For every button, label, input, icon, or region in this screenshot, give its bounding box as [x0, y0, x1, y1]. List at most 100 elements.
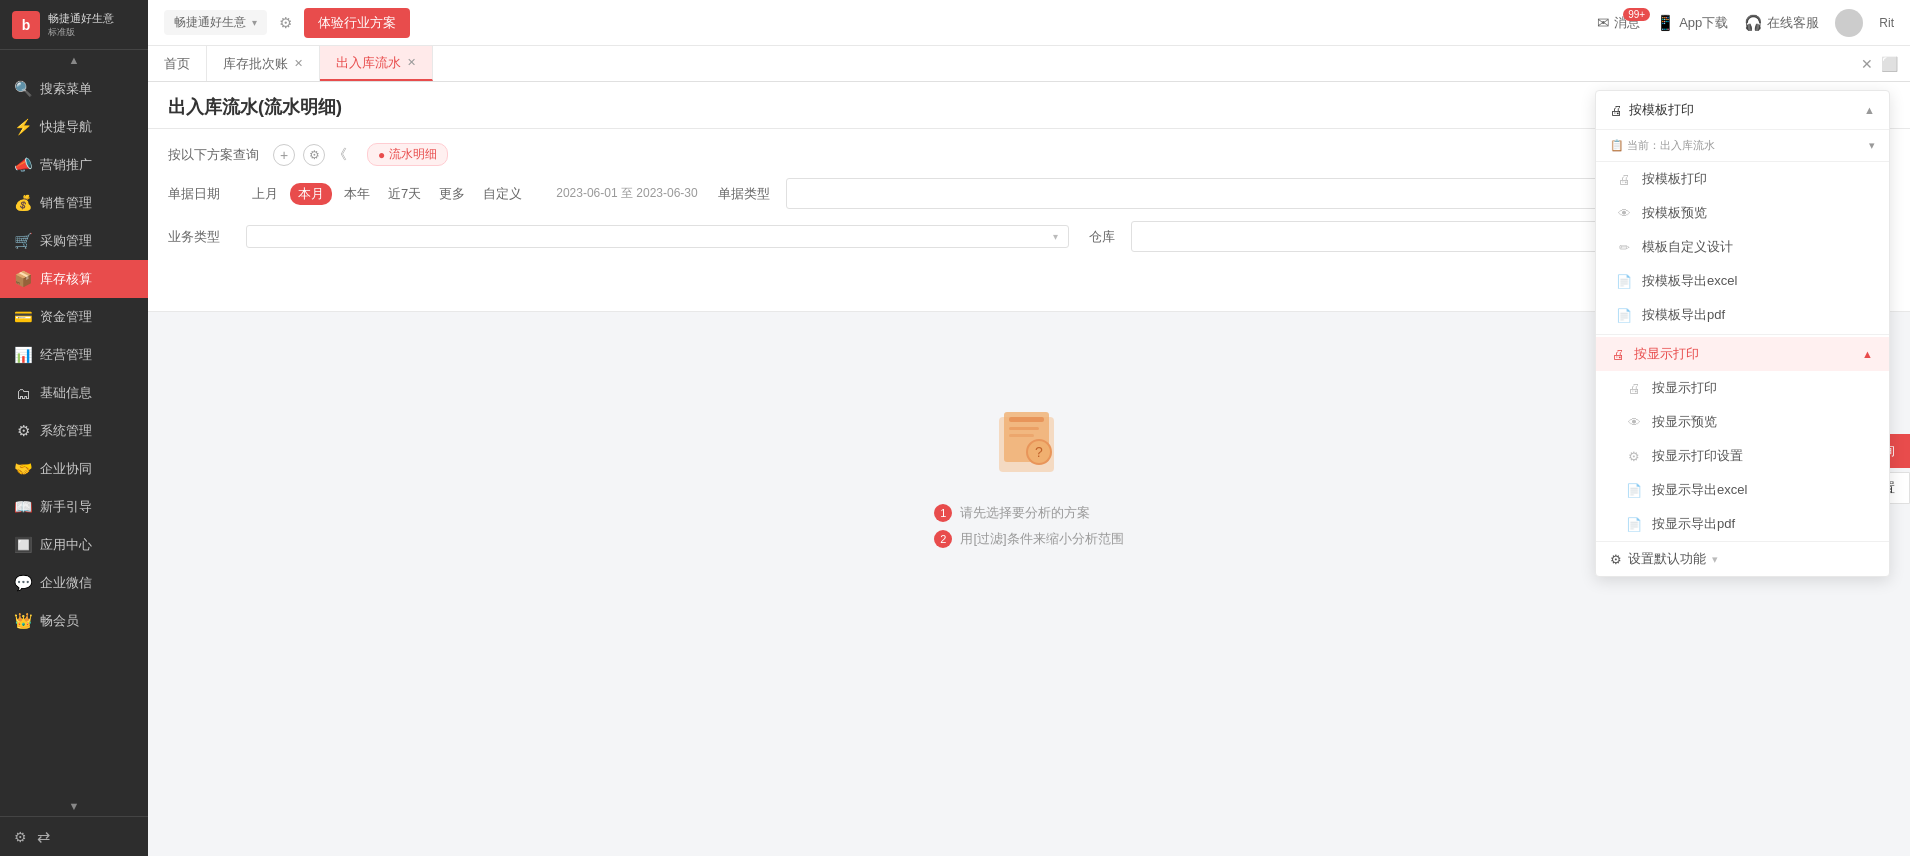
card-icon: 💳 — [14, 308, 32, 326]
sidebar-item-inventory[interactable]: 📦 库存核算 — [0, 260, 148, 298]
tab-batch[interactable]: 库存批次账 ✕ — [207, 46, 320, 81]
date-this-month[interactable]: 本月 — [290, 183, 332, 205]
dropdown-scroll: 📋 当前：出入库流水 ▾ 🖨 按模板打印 👁 按模板预览 — [1596, 130, 1889, 541]
sidebar-item-marketing[interactable]: 📣 营销推广 — [0, 146, 148, 184]
sidebar-item-quick-nav[interactable]: ⚡ 快捷导航 — [0, 108, 148, 146]
pdf-icon: 📄 — [1616, 308, 1632, 323]
sidebar-scroll-down[interactable]: ▼ — [0, 796, 148, 816]
biz-type-arrow: ▾ — [1053, 231, 1058, 242]
biz-type-select[interactable]: ▾ — [246, 225, 1069, 248]
collapse-icon[interactable]: ⇄ — [37, 827, 50, 846]
date-7days[interactable]: 近7天 — [382, 183, 427, 205]
filter-collapse-btn[interactable]: 《 — [333, 146, 347, 164]
topbar-brand-text: 畅捷通好生意 — [174, 14, 246, 31]
dropdown-item-display-preview[interactable]: 👁 按显示预览 — [1596, 405, 1889, 439]
svg-rect-3 — [1009, 427, 1039, 430]
sidebar-item-guide[interactable]: 📖 新手引导 — [0, 488, 148, 526]
dropdown-current-arrow[interactable]: ▾ — [1869, 139, 1875, 152]
svg-rect-2 — [1009, 417, 1044, 422]
sidebar-scroll-up[interactable]: ▲ — [0, 50, 148, 70]
date-range: 2023-06-01 至 2023-06-30 — [556, 185, 697, 202]
chart-icon: 📊 — [14, 346, 32, 364]
logo-icon: b — [12, 11, 40, 39]
topbar: 畅捷通好生意 ▾ ⚙ 体验行业方案 ✉ 消息 99+ 📱 App下载 🎧 在线客… — [148, 0, 1910, 46]
avatar[interactable] — [1835, 9, 1863, 37]
message-icon: ✉ — [1597, 14, 1610, 32]
sidebar-item-member[interactable]: 👑 畅会员 — [0, 602, 148, 640]
sidebar-item-system[interactable]: ⚙ 系统管理 — [0, 412, 148, 450]
empty-icon: ? — [984, 397, 1074, 490]
dropdown-item-display-print[interactable]: 🖨 按显示打印 — [1596, 371, 1889, 405]
tabs-bar: 首页 库存批次账 ✕ 出入库流水 ✕ ✕ ⬜ — [148, 46, 1910, 82]
sidebar-item-wechat[interactable]: 💬 企业微信 — [0, 564, 148, 602]
user-name: Rit — [1879, 16, 1894, 30]
filter-add-btn[interactable]: + — [273, 144, 295, 166]
sub-excel-icon: 📄 — [1626, 483, 1642, 498]
dropdown-collapse-btn[interactable]: ▲ — [1864, 104, 1875, 116]
section-collapse-icon[interactable]: ▲ — [1862, 348, 1873, 360]
dropdown-item-template-preview[interactable]: 👁 按模板预览 — [1596, 196, 1889, 230]
printer-header-icon: 🖨 — [1610, 103, 1623, 118]
filter-setting-btn[interactable]: ⚙ — [303, 144, 325, 166]
box-icon: 📦 — [14, 270, 32, 288]
sidebar-item-operations[interactable]: 📊 经营管理 — [0, 336, 148, 374]
sidebar-item-cooperation[interactable]: 🤝 企业协同 — [0, 450, 148, 488]
dropdown-item-display-export-excel[interactable]: 📄 按显示导出excel — [1596, 473, 1889, 507]
sidebar-nav: 🔍 搜索菜单 ⚡ 快捷导航 📣 营销推广 💰 销售管理 🛒 采购管理 📦 — [0, 70, 148, 796]
tab-close-all-icon[interactable]: ✕ — [1861, 56, 1873, 72]
excel-icon: 📄 — [1616, 274, 1632, 289]
settings-icon[interactable]: ⚙ — [14, 829, 27, 845]
sidebar-item-purchase[interactable]: 🛒 采购管理 — [0, 222, 148, 260]
tab-home[interactable]: 首页 — [148, 46, 207, 81]
mobile-icon: 📱 — [1656, 14, 1675, 32]
print-dropdown-panel: 🖨 按模板打印 ▲ 📋 当前：出入库流水 ▾ — [1595, 90, 1890, 577]
date-more[interactable]: 更多 — [433, 183, 471, 205]
message-btn[interactable]: ✉ 消息 99+ — [1597, 14, 1640, 32]
dropdown-item-template-export-excel[interactable]: 📄 按模板导出excel — [1596, 264, 1889, 298]
svg-text:?: ? — [1035, 444, 1043, 460]
trial-btn[interactable]: 体验行业方案 — [304, 8, 410, 38]
sidebar-item-finance[interactable]: 💳 资金管理 — [0, 298, 148, 336]
sidebar-item-search[interactable]: 🔍 搜索菜单 — [0, 70, 148, 108]
date-last-month[interactable]: 上月 — [246, 183, 284, 205]
dropdown-title: 🖨 按模板打印 — [1610, 101, 1694, 119]
template-icon: 📋 — [1610, 139, 1624, 152]
main-content: 畅捷通好生意 ▾ ⚙ 体验行业方案 ✉ 消息 99+ 📱 App下载 🎧 在线客… — [148, 0, 1910, 856]
cart-icon: 🛒 — [14, 232, 32, 250]
dropdown-divider — [1596, 334, 1889, 335]
tab-flow-close[interactable]: ✕ — [407, 56, 416, 69]
online-service-btn[interactable]: 🎧 在线客服 — [1744, 14, 1819, 32]
tabs-right-actions: ✕ ⬜ — [1861, 56, 1910, 72]
filter-scheme-label: 按以下方案查询 — [168, 146, 259, 164]
filter-tag-active[interactable]: ● 流水明细 — [367, 143, 448, 166]
page-content: 出入库流水(流水明细) 🖨 按模板打印 ▲ | ↗ 导出 | ↺ — [148, 82, 1910, 856]
topbar-gear-icon[interactable]: ⚙ — [279, 14, 292, 32]
tab-flow[interactable]: 出入库流水 ✕ — [320, 46, 433, 81]
sub-pdf-icon: 📄 — [1626, 517, 1642, 532]
doc-type-label: 单据类型 — [718, 185, 770, 203]
date-custom[interactable]: 自定义 — [477, 183, 528, 205]
dropdown-item-template-custom[interactable]: ✏ 模板自定义设计 — [1596, 230, 1889, 264]
sidebar-item-base[interactable]: 🗂 基础信息 — [0, 374, 148, 412]
search-icon: 🔍 — [14, 80, 32, 98]
dropdown-item-display-settings[interactable]: ⚙ 按显示打印设置 — [1596, 439, 1889, 473]
tab-maximize-icon[interactable]: ⬜ — [1881, 56, 1898, 72]
gear-icon: ⚙ — [14, 422, 32, 440]
date-this-year[interactable]: 本年 — [338, 183, 376, 205]
app-download-btn[interactable]: 📱 App下载 — [1656, 14, 1728, 32]
footer-arrow-icon: ▾ — [1712, 553, 1718, 566]
tab-batch-close[interactable]: ✕ — [294, 57, 303, 70]
dropdown-footer: ⚙ 设置默认功能 ▾ — [1596, 541, 1889, 576]
display-print-icon: 🖨 — [1610, 347, 1626, 362]
topbar-right: ✉ 消息 99+ 📱 App下载 🎧 在线客服 Rit — [1597, 9, 1894, 37]
dropdown-current-label: 📋 当前：出入库流水 — [1610, 138, 1715, 153]
set-default-btn[interactable]: ⚙ 设置默认功能 ▾ — [1610, 550, 1718, 568]
lightning-icon: ⚡ — [14, 118, 32, 136]
biz-type-label: 业务类型 — [168, 228, 220, 246]
sidebar-item-sales[interactable]: 💰 销售管理 — [0, 184, 148, 222]
dropdown-item-display-export-pdf[interactable]: 📄 按显示导出pdf — [1596, 507, 1889, 541]
dropdown-item-template-print[interactable]: 🖨 按模板打印 — [1596, 162, 1889, 196]
dropdown-section-display-print[interactable]: 🖨 按显示打印 ▲ — [1596, 337, 1889, 371]
sidebar-item-app-center[interactable]: 🔲 应用中心 — [0, 526, 148, 564]
dropdown-item-template-export-pdf[interactable]: 📄 按模板导出pdf — [1596, 298, 1889, 332]
